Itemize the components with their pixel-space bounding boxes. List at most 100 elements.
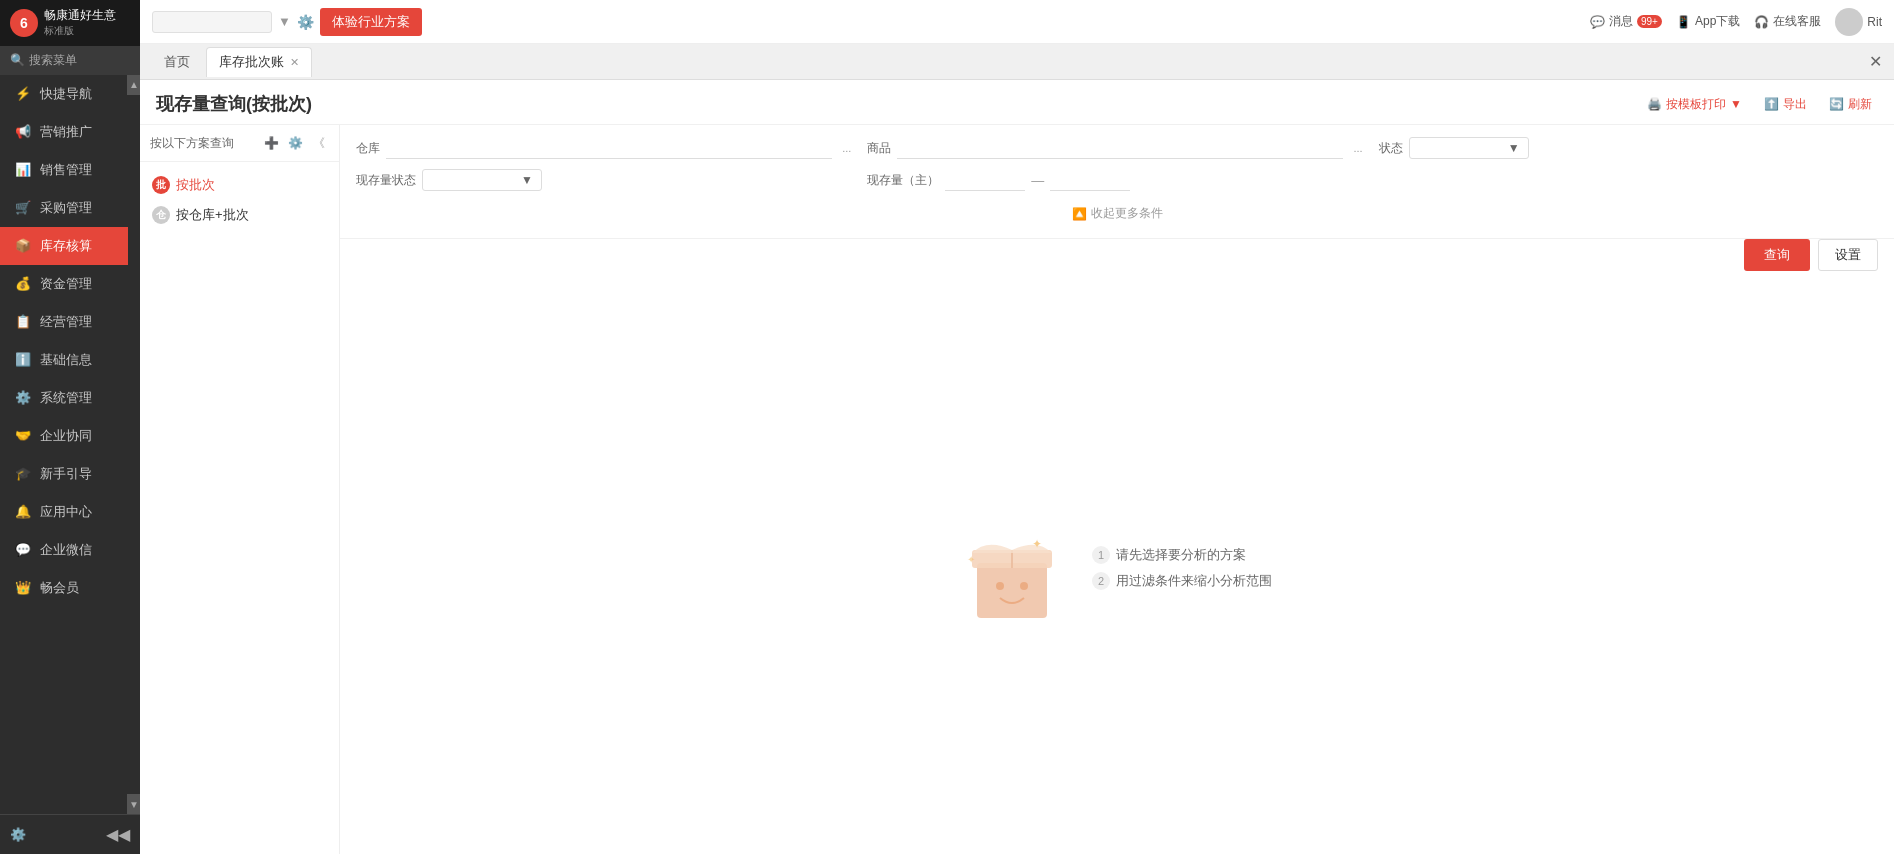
sidebar-item-inventory[interactable]: 📦 库存核算 [0, 227, 128, 265]
refresh-label: 刷新 [1848, 96, 1872, 113]
nav-label: 畅会员 [40, 579, 79, 597]
settings-plan-btn[interactable]: ⚙️ [285, 133, 305, 153]
plan-item-warehouse-batch[interactable]: 仓 按仓库+批次 [140, 200, 339, 230]
sidebar-item-apps[interactable]: 🔔 应用中心 [0, 493, 128, 531]
scroll-up-arrow[interactable]: ▲ [127, 75, 140, 95]
topbar-right: 💬 消息 99+ 📱 App下载 🎧 在线客服 Rit [1590, 8, 1882, 36]
status-label: 状态 [1379, 140, 1403, 157]
warehouse-label: 仓库 [356, 140, 380, 157]
nav-label: 营销推广 [40, 123, 92, 141]
inventory-qty-range: — [945, 170, 1366, 191]
filter-row-1: 仓库 ... 商品 ... 状态 [356, 137, 1878, 159]
qty-min-input[interactable] [945, 170, 1025, 191]
nav-label: 基础信息 [40, 351, 92, 369]
svg-text:✦: ✦ [1032, 537, 1042, 551]
empty-illustration: ✦ ✦ [962, 518, 1062, 618]
nav-label: 系统管理 [40, 389, 92, 407]
sidebar-item-guide[interactable]: 🎓 新手引导 [0, 455, 128, 493]
app-info: 畅康通好生意 标准版 [44, 8, 116, 38]
settings-btn[interactable]: 设置 [1818, 239, 1878, 271]
tab-bar-close-icon[interactable]: ✕ [1869, 52, 1882, 71]
warehouse-input[interactable] [386, 138, 832, 159]
filter-row-2: 现存量状态 ▼ 现存量（主） — [356, 169, 1878, 191]
sidebar-item-system[interactable]: ⚙️ 系统管理 [0, 379, 128, 417]
tab-close-icon[interactable]: ✕ [290, 56, 299, 69]
tab-home-label: 首页 [164, 53, 190, 71]
sidebar-nav-wrapper: ⚡ 快捷导航 📢 营销推广 📊 销售管理 🛒 采购管理 📦 库存核算 💰 [0, 75, 140, 814]
query-btn[interactable]: 查询 [1744, 239, 1810, 271]
sidebar-item-member[interactable]: 👑 畅会员 [0, 569, 128, 607]
sidebar-footer: ⚙️ ◀◀ [0, 814, 140, 854]
base-icon: ℹ️ [14, 351, 32, 369]
experience-btn[interactable]: 体验行业方案 [320, 8, 422, 36]
messages-label: 消息 [1609, 13, 1633, 30]
sidebar-item-management[interactable]: 📋 经营管理 [0, 303, 128, 341]
purchase-icon: 🛒 [14, 199, 32, 217]
warehouse-more[interactable]: ... [838, 142, 855, 154]
right-panel: 仓库 ... 商品 ... 状态 [340, 125, 1894, 854]
product-filter: 商品 ... [867, 138, 1366, 159]
left-panel-title: 按以下方案查询 [150, 135, 234, 152]
wechat-icon: 💬 [14, 541, 32, 559]
collapse-left-btn[interactable]: 《 [309, 133, 329, 153]
inventory-qty-filter: 现存量（主） — [867, 170, 1366, 191]
sidebar-item-quick-nav[interactable]: ⚡ 快捷导航 [0, 75, 128, 113]
nav-label: 新手引导 [40, 465, 92, 483]
plan-label: 按批次 [176, 176, 215, 194]
headset-icon: 🎧 [1754, 15, 1769, 29]
apps-icon: 🔔 [14, 503, 32, 521]
left-panel-header: 按以下方案查询 ➕ ⚙️ 《 [140, 125, 339, 162]
sidebar-item-base[interactable]: ℹ️ 基础信息 [0, 341, 128, 379]
left-panel-actions: ➕ ⚙️ 《 [261, 133, 329, 153]
body-layout: 按以下方案查询 ➕ ⚙️ 《 批 按批次 仓 按仓库+批次 [140, 125, 1894, 854]
tip-num-2: 2 [1092, 572, 1110, 590]
print-btn[interactable]: 🖨️ 按模板打印 ▼ [1641, 93, 1748, 116]
export-btn[interactable]: ⬆️ 导出 [1758, 93, 1813, 116]
top-search-input[interactable] [152, 11, 272, 33]
inventory-status-select[interactable]: ▼ [422, 169, 542, 191]
online-service-action[interactable]: 🎧 在线客服 [1754, 13, 1821, 30]
refresh-icon: 🔄 [1829, 97, 1844, 111]
app-download-label: App下载 [1695, 13, 1740, 30]
add-plan-btn[interactable]: ➕ [261, 133, 281, 153]
user-action[interactable]: Rit [1835, 8, 1882, 36]
print-dropdown-icon: ▼ [1730, 97, 1742, 111]
scroll-down-arrow[interactable]: ▼ [127, 794, 140, 814]
sidebar-nav: ⚡ 快捷导航 📢 营销推广 📊 销售管理 🛒 采购管理 📦 库存核算 💰 [0, 75, 128, 814]
sidebar-collapse-icon[interactable]: ◀◀ [106, 825, 130, 844]
svg-text:✦: ✦ [967, 554, 975, 565]
refresh-btn[interactable]: 🔄 刷新 [1823, 93, 1878, 116]
search-menu[interactable]: 🔍 搜索菜单 [0, 46, 140, 75]
sidebar-item-purchase[interactable]: 🛒 采购管理 [0, 189, 128, 227]
export-label: 导出 [1783, 96, 1807, 113]
empty-tips: 1 请先选择要分析的方案 2 用过滤条件来缩小分析范围 [1092, 546, 1272, 590]
page-actions: 🖨️ 按模板打印 ▼ ⬆️ 导出 🔄 刷新 [1641, 93, 1878, 116]
product-input[interactable] [897, 138, 1343, 159]
dropdown-arrow-icon[interactable]: ▼ [278, 14, 291, 29]
qty-max-input[interactable] [1050, 170, 1130, 191]
sidebar-item-marketing[interactable]: 📢 营销推广 [0, 113, 128, 151]
sidebar-item-wechat[interactable]: 💬 企业微信 [0, 531, 128, 569]
status-select[interactable]: ▼ [1409, 137, 1529, 159]
sidebar-item-collab[interactable]: 🤝 企业协同 [0, 417, 128, 455]
app-title: 畅康通好生意 [44, 8, 116, 24]
collapse-bar[interactable]: 🔼 收起更多条件 [356, 201, 1878, 226]
app-download-action[interactable]: 📱 App下载 [1676, 13, 1740, 30]
svg-rect-0 [977, 563, 1047, 618]
tab-inventory-batch[interactable]: 库存批次账 ✕ [206, 47, 312, 77]
sidebar: 6 畅康通好生意 标准版 🔍 搜索菜单 ⚡ 快捷导航 📢 营销推广 📊 销售管理… [0, 0, 140, 854]
finance-icon: 💰 [14, 275, 32, 293]
tab-inventory-label: 库存批次账 [219, 53, 284, 71]
left-panel: 按以下方案查询 ➕ ⚙️ 《 批 按批次 仓 按仓库+批次 [140, 125, 340, 854]
collapse-label: 收起更多条件 [1091, 205, 1163, 222]
nav-label: 经营管理 [40, 313, 92, 331]
sidebar-item-finance[interactable]: 💰 资金管理 [0, 265, 128, 303]
tab-home[interactable]: 首页 [152, 47, 202, 77]
messages-action[interactable]: 💬 消息 99+ [1590, 13, 1662, 30]
sidebar-item-sales[interactable]: 📊 销售管理 [0, 151, 128, 189]
app-edition: 标准版 [44, 24, 116, 38]
product-more[interactable]: ... [1349, 142, 1366, 154]
plan-item-batch[interactable]: 批 按批次 [140, 170, 339, 200]
gear-icon[interactable]: ⚙️ [297, 14, 314, 30]
settings-icon[interactable]: ⚙️ [10, 827, 26, 842]
